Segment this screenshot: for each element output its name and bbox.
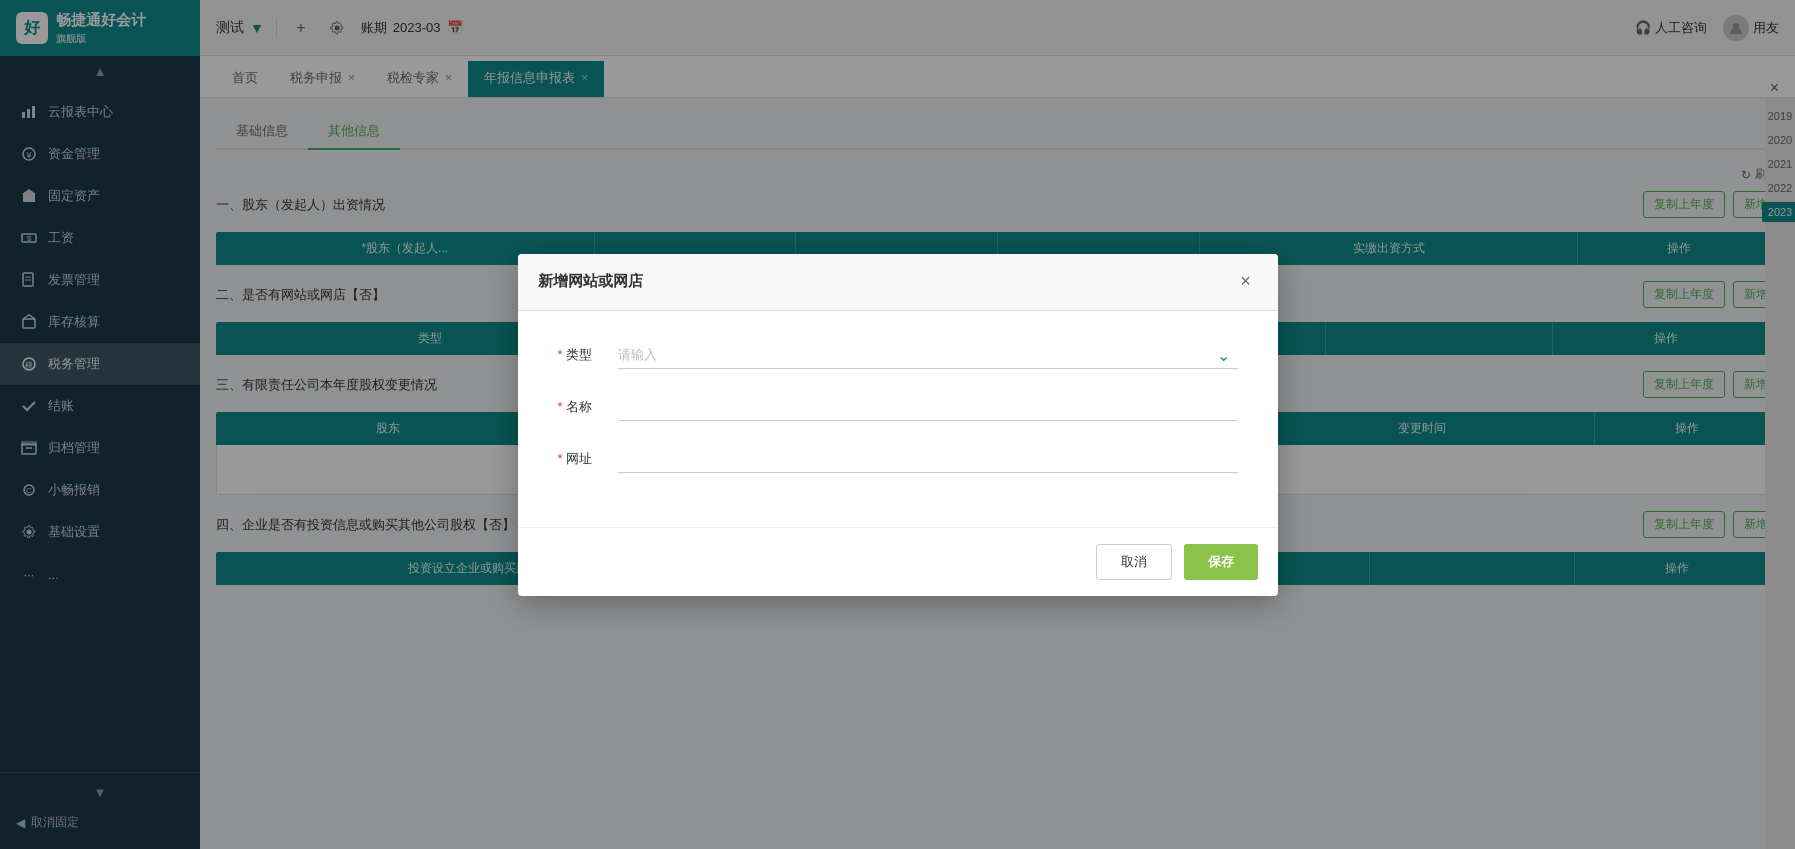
name-label: * 名称 — [558, 398, 618, 416]
url-input-wrap — [618, 445, 1238, 473]
type-label-text: 类型 — [566, 347, 592, 362]
url-label: * 网址 — [558, 450, 618, 468]
name-label-text: 名称 — [566, 399, 592, 414]
type-input-wrap: ⌄ — [618, 341, 1238, 369]
modal-title: 新增网站或网店 — [538, 272, 643, 291]
form-row-name: * 名称 — [558, 393, 1238, 421]
modal-footer: 取消 保存 — [518, 527, 1278, 596]
required-asterisk: * — [558, 451, 563, 466]
required-asterisk: * — [558, 399, 563, 414]
url-input[interactable] — [618, 445, 1238, 473]
modal-overlay[interactable]: 新增网站或网店 × * 类型 ⌄ * 名称 — [0, 0, 1795, 849]
required-asterisk: * — [558, 347, 563, 362]
type-label: * 类型 — [558, 346, 618, 364]
name-input-wrap — [618, 393, 1238, 421]
modal-body: * 类型 ⌄ * 名称 * — [518, 311, 1278, 527]
name-input[interactable] — [618, 393, 1238, 421]
modal-close-button[interactable]: × — [1234, 270, 1258, 294]
type-input[interactable] — [618, 341, 1238, 369]
cancel-button[interactable]: 取消 — [1096, 544, 1172, 580]
add-website-modal: 新增网站或网店 × * 类型 ⌄ * 名称 — [518, 254, 1278, 596]
modal-header: 新增网站或网店 × — [518, 254, 1278, 311]
form-row-url: * 网址 — [558, 445, 1238, 473]
url-label-text: 网址 — [566, 451, 592, 466]
form-row-type: * 类型 ⌄ — [558, 341, 1238, 369]
save-button[interactable]: 保存 — [1184, 544, 1258, 580]
